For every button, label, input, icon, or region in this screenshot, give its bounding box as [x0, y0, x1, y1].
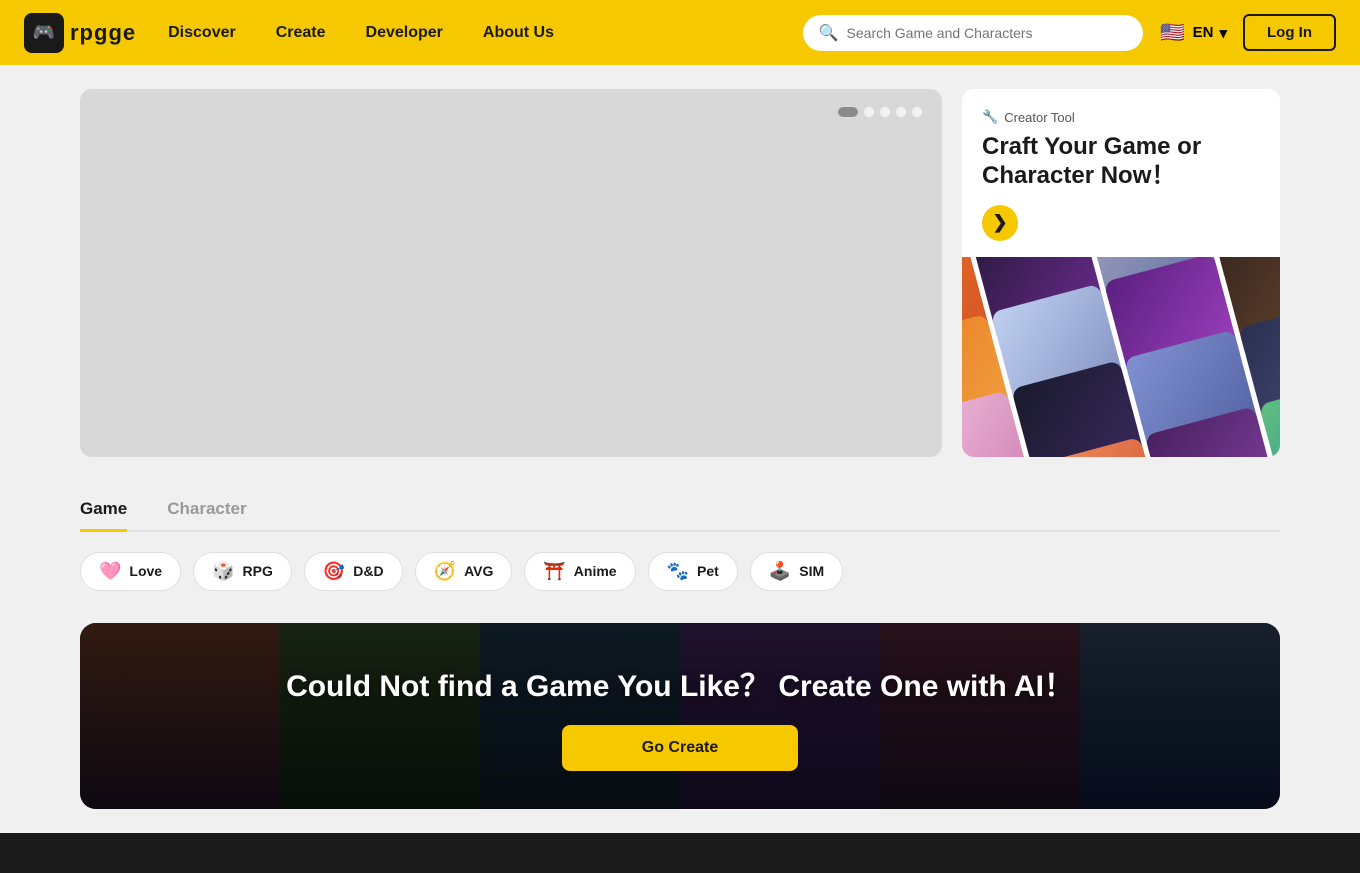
main-content: 🔧 Creator Tool Craft Your Game or Charac… — [0, 65, 1360, 833]
genre-rpg[interactable]: 🎲 RPG — [193, 552, 292, 591]
content-tabs: Game Character — [80, 489, 1280, 532]
dnd-icon: 🎯 — [323, 561, 345, 582]
pet-icon: 🐾 — [667, 561, 689, 582]
search-icon: 🔍 — [819, 23, 839, 43]
logo[interactable]: 🎮 rpgge — [24, 13, 136, 53]
genre-pet-label: Pet — [697, 563, 719, 579]
hero-row: 🔧 Creator Tool Craft Your Game or Charac… — [80, 89, 1280, 457]
genre-filter-row: 🩷 Love 🎲 RPG 🎯 D&D 🧭 AVG ⛩️ Anime 🐾 Pet … — [80, 552, 1280, 591]
search-input[interactable] — [847, 25, 1127, 41]
genre-anime-label: Anime — [574, 563, 617, 579]
nav-create[interactable]: Create — [276, 24, 326, 42]
creator-tool-label: 🔧 Creator Tool — [982, 109, 1260, 125]
genre-rpg-label: RPG — [243, 563, 273, 579]
rpg-icon: 🎲 — [212, 561, 234, 582]
avg-icon: 🧭 — [434, 561, 456, 582]
logo-icon: 🎮 — [24, 13, 64, 53]
go-create-button[interactable]: Go Create — [562, 725, 798, 771]
genre-avg[interactable]: 🧭 AVG — [415, 552, 513, 591]
genre-love[interactable]: 🩷 Love — [80, 552, 181, 591]
tab-game[interactable]: Game — [80, 489, 127, 532]
nav-discover[interactable]: Discover — [168, 24, 236, 42]
logo-text: rpgge — [70, 20, 136, 46]
banner-headline: Could Not find a Game You Like？ Create O… — [286, 661, 1074, 705]
creator-images — [962, 257, 1280, 457]
navbar: 🎮 rpgge Discover Create Developer About … — [0, 0, 1360, 65]
creator-arrow-button[interactable]: ❯ — [982, 205, 1018, 241]
slider-dot-3[interactable] — [880, 107, 890, 117]
love-icon: 🩷 — [99, 561, 121, 582]
banner-overlay — [80, 623, 1280, 809]
genre-avg-label: AVG — [464, 563, 493, 579]
nav-links: Discover Create Developer About Us — [168, 24, 803, 42]
slider-dot-1[interactable] — [838, 107, 858, 117]
genre-anime[interactable]: ⛩️ Anime — [524, 552, 635, 591]
sim-icon: 🕹️ — [769, 561, 791, 582]
nav-about[interactable]: About Us — [483, 24, 554, 42]
genre-dnd-label: D&D — [353, 563, 383, 579]
genre-sim-label: SIM — [799, 563, 824, 579]
wrench-icon: 🔧 — [982, 109, 998, 125]
slider-dot-2[interactable] — [864, 107, 874, 117]
genre-pet[interactable]: 🐾 Pet — [648, 552, 738, 591]
slider-dot-4[interactable] — [896, 107, 906, 117]
genre-love-label: Love — [129, 563, 162, 579]
create-banner: Could Not find a Game You Like？ Create O… — [80, 623, 1280, 809]
search-bar: 🔍 — [803, 15, 1143, 51]
genre-sim[interactable]: 🕹️ SIM — [750, 552, 843, 591]
creator-card-content: 🔧 Creator Tool Craft Your Game or Charac… — [962, 89, 1280, 257]
login-button[interactable]: Log In — [1243, 14, 1336, 51]
footer — [0, 833, 1360, 873]
nav-developer[interactable]: Developer — [366, 24, 443, 42]
language-selector[interactable]: 🇺🇸 EN ▾ — [1159, 19, 1227, 47]
genre-dnd[interactable]: 🎯 D&D — [304, 552, 403, 591]
creator-card: 🔧 Creator Tool Craft Your Game or Charac… — [962, 89, 1280, 457]
image-grid — [962, 257, 1280, 457]
language-label: EN — [1193, 24, 1214, 41]
slider-dots — [838, 107, 922, 117]
flag-icon: 🇺🇸 — [1159, 19, 1187, 47]
anime-icon: ⛩️ — [543, 561, 565, 582]
chevron-down-icon: ▾ — [1219, 24, 1227, 42]
tab-character[interactable]: Character — [167, 489, 246, 532]
creator-title: Craft Your Game or Character Now！ — [982, 133, 1260, 191]
slider-dot-5[interactable] — [912, 107, 922, 117]
hero-slider[interactable] — [80, 89, 942, 457]
